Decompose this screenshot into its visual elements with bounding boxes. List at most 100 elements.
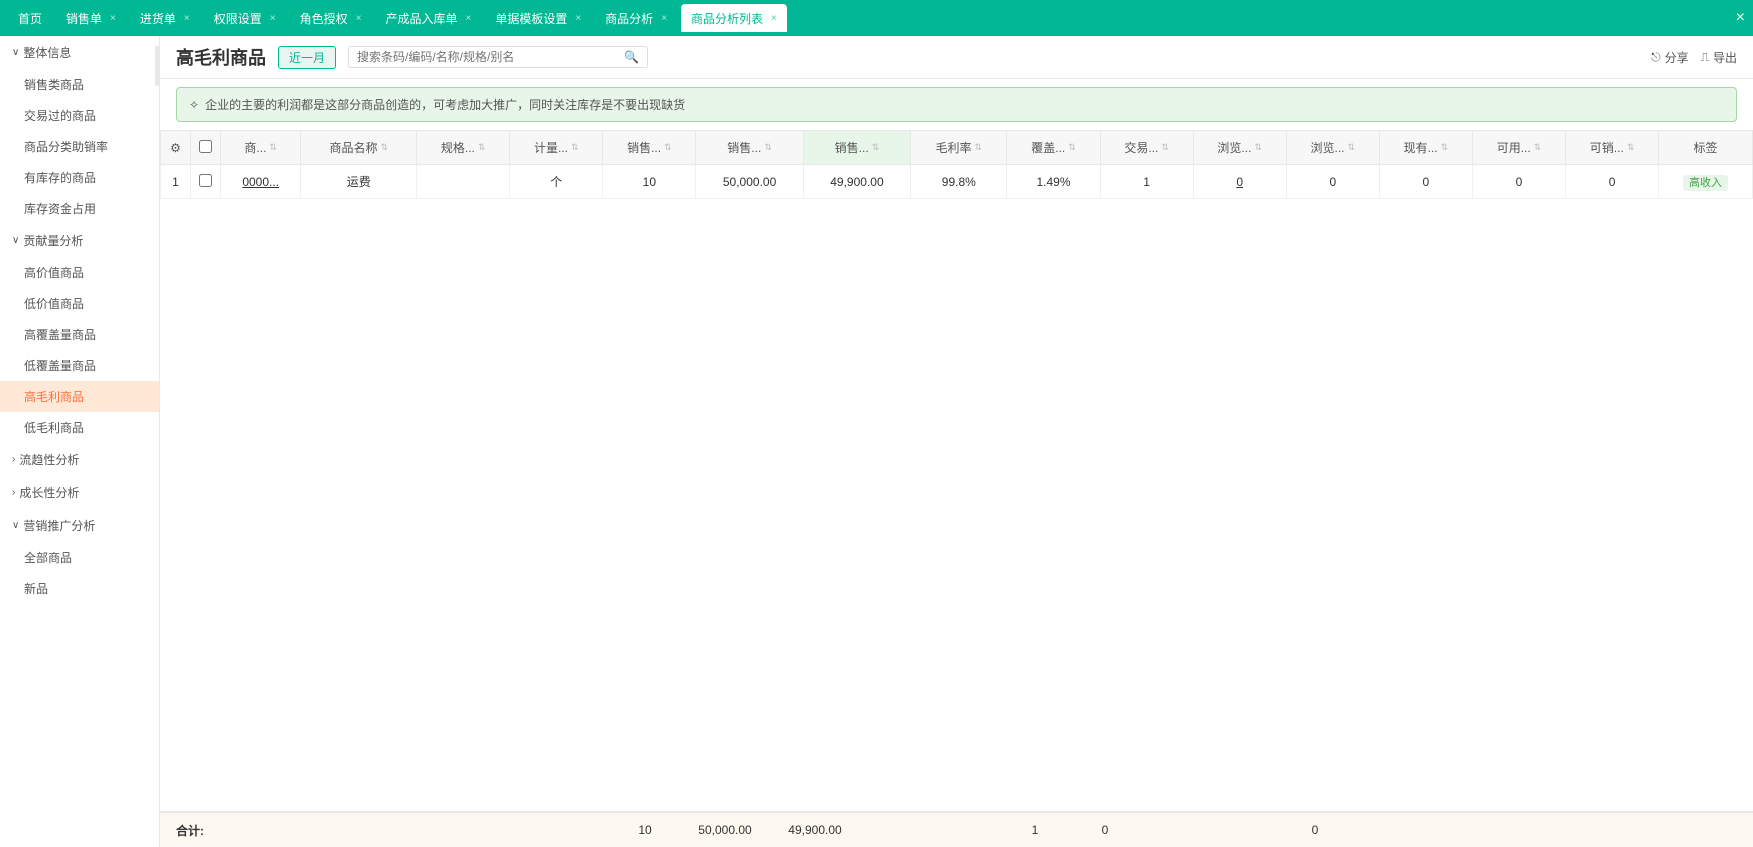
col-coverage[interactable]: 覆盖...⇅ bbox=[1007, 131, 1100, 165]
nav-template-settings[interactable]: 单据模板设置 × bbox=[485, 4, 591, 32]
close-icon[interactable]: × bbox=[110, 13, 116, 24]
col-settings[interactable]: ⚙ bbox=[161, 131, 191, 165]
cell-coverage: 1.49% bbox=[1007, 165, 1100, 199]
col-transactions[interactable]: 交易...⇅ bbox=[1100, 131, 1193, 165]
footer-sales-amt: 50,000.00 bbox=[680, 823, 770, 837]
cell-checkbox bbox=[191, 165, 221, 199]
content-header: 高毛利商品 近一月 🔍 ⎋ 分享 ⎍ 导出 bbox=[160, 36, 1753, 79]
sidebar-item-new-goods[interactable]: 新品 bbox=[0, 573, 159, 604]
search-icon[interactable]: 🔍 bbox=[624, 50, 639, 64]
sidebar-group-overall[interactable]: ∨ 整体信息 bbox=[0, 36, 159, 69]
sort-icon: ⇅ bbox=[1348, 142, 1356, 153]
footer-bar: 合计: 10 50,000.00 49,900.00 1 0 0 bbox=[160, 811, 1753, 847]
sidebar-item-category-assist-rate[interactable]: 商品分类助销率 bbox=[0, 131, 159, 162]
sidebar-item-inventory-capital[interactable]: 库存资金占用 bbox=[0, 193, 159, 224]
sort-icon: ⇅ bbox=[478, 142, 486, 153]
share-button[interactable]: ⎋ 分享 bbox=[1651, 49, 1689, 66]
sidebar-item-high-coverage-goods[interactable]: 高覆盖量商品 bbox=[0, 319, 159, 350]
chevron-right-icon: › bbox=[12, 487, 15, 498]
cell-unit: 个 bbox=[510, 165, 603, 199]
sort-icon: ⇅ bbox=[269, 142, 277, 153]
select-all-checkbox[interactable] bbox=[199, 140, 212, 153]
sort-icon: ⇅ bbox=[872, 142, 880, 153]
col-spec[interactable]: 规格...⇅ bbox=[417, 131, 510, 165]
chevron-down-icon: ∨ bbox=[12, 47, 19, 58]
search-input[interactable] bbox=[357, 50, 624, 64]
sidebar-group-marketing[interactable]: ∨ 营销推广分析 bbox=[0, 509, 159, 542]
export-button[interactable]: ⎍ 导出 bbox=[1701, 49, 1737, 66]
nav-home[interactable]: 首页 bbox=[8, 4, 52, 32]
col-avail-stock[interactable]: 可用...⇅ bbox=[1472, 131, 1565, 165]
sidebar: « ∨ 整体信息 销售类商品 交易过的商品 商品分类助销率 有库存的商品 库存资… bbox=[0, 36, 160, 847]
nav-product-analysis[interactable]: 商品分析 × bbox=[595, 4, 677, 32]
data-table: ⚙ 商...⇅ 商品名称⇅ 规格...⇅ 计量...⇅ bbox=[160, 130, 1753, 199]
sort-icon: ⇅ bbox=[1254, 142, 1262, 153]
col-checkbox bbox=[191, 131, 221, 165]
sidebar-item-sales-goods[interactable]: 销售类商品 bbox=[0, 69, 159, 100]
close-all-button[interactable]: × bbox=[1736, 9, 1745, 27]
close-icon[interactable]: × bbox=[575, 13, 581, 24]
col-tag: 标签 bbox=[1659, 131, 1753, 165]
info-banner: ✧ 企业的主要的利润都是这部分商品创造的，可考虑加大推广，同时关注库存是不要出现… bbox=[176, 87, 1737, 122]
sidebar-item-traded-goods[interactable]: 交易过的商品 bbox=[0, 100, 159, 131]
close-icon[interactable]: × bbox=[270, 13, 276, 24]
sidebar-group-contribution[interactable]: ∨ 贡献量分析 bbox=[0, 224, 159, 257]
sort-icon: ⇅ bbox=[1161, 142, 1169, 153]
table-row: 1 0000... 运费 个 10 50,000.00 49,900.00 99… bbox=[161, 165, 1753, 199]
close-icon[interactable]: × bbox=[661, 13, 667, 24]
col-name[interactable]: 商品名称⇅ bbox=[301, 131, 417, 165]
sidebar-group-growth[interactable]: › 成长性分析 bbox=[0, 476, 159, 509]
col-sales-qty[interactable]: 销售...⇅ bbox=[603, 131, 696, 165]
col-browse-a[interactable]: 浏览...⇅ bbox=[1193, 131, 1286, 165]
sidebar-collapse-button[interactable]: « bbox=[155, 46, 160, 86]
share-icon: ⎋ bbox=[1651, 50, 1661, 65]
sort-icon: ⇅ bbox=[571, 142, 579, 153]
col-code[interactable]: 商...⇅ bbox=[221, 131, 301, 165]
col-sellable-stock[interactable]: 可销...⇅ bbox=[1566, 131, 1659, 165]
close-icon[interactable]: × bbox=[184, 13, 190, 24]
sidebar-item-low-coverage-goods[interactable]: 低覆盖量商品 bbox=[0, 350, 159, 381]
chevron-down-icon: ∨ bbox=[12, 235, 19, 246]
col-sales-amt[interactable]: 销售...⇅ bbox=[696, 131, 803, 165]
sidebar-item-high-margin-goods[interactable]: 高毛利商品 bbox=[0, 381, 159, 412]
cell-index: 1 bbox=[161, 165, 191, 199]
cell-name: 运费 bbox=[301, 165, 417, 199]
footer-avail-stock: 0 bbox=[1280, 823, 1350, 837]
cell-browse-b: 0 bbox=[1286, 165, 1379, 199]
sort-icon: ⇅ bbox=[975, 142, 983, 153]
export-icon: ⎍ bbox=[1701, 50, 1709, 65]
sidebar-group-trend[interactable]: › 流趋性分析 bbox=[0, 443, 159, 476]
col-browse-b[interactable]: 浏览...⇅ bbox=[1286, 131, 1379, 165]
filter-button[interactable]: 近一月 bbox=[278, 46, 336, 69]
nav-role-permission[interactable]: 角色授权 × bbox=[290, 4, 372, 32]
nav-purchase-order[interactable]: 进货单 × bbox=[130, 4, 200, 32]
cell-code[interactable]: 0000... bbox=[221, 165, 301, 199]
info-banner-text: 企业的主要的利润都是这部分商品创造的，可考虑加大推广，同时关注库存是不要出现缺货 bbox=[205, 96, 685, 113]
top-nav: 首页 销售单 × 进货单 × 权限设置 × 角色授权 × 产成品入库单 × 单据… bbox=[0, 0, 1753, 36]
col-unit[interactable]: 计量...⇅ bbox=[510, 131, 603, 165]
sort-icon: ⇅ bbox=[1627, 142, 1635, 153]
row-checkbox[interactable] bbox=[199, 174, 212, 187]
nav-sales-order[interactable]: 销售单 × bbox=[56, 4, 126, 32]
sidebar-item-low-value-goods[interactable]: 低价值商品 bbox=[0, 288, 159, 319]
col-sales-amt2[interactable]: 销售...⇅ bbox=[803, 131, 910, 165]
cell-sales-amt2: 49,900.00 bbox=[803, 165, 910, 199]
sidebar-item-high-value-goods[interactable]: 高价值商品 bbox=[0, 257, 159, 288]
cell-browse-a[interactable]: 0 bbox=[1193, 165, 1286, 199]
nav-product-inbound[interactable]: 产成品入库单 × bbox=[375, 4, 481, 32]
sort-icon: ⇅ bbox=[1534, 142, 1542, 153]
sidebar-item-all-goods[interactable]: 全部商品 bbox=[0, 542, 159, 573]
sidebar-item-in-stock-goods[interactable]: 有库存的商品 bbox=[0, 162, 159, 193]
col-current-stock[interactable]: 现有...⇅ bbox=[1379, 131, 1472, 165]
sidebar-item-low-margin-goods[interactable]: 低毛利商品 bbox=[0, 412, 159, 443]
close-icon[interactable]: × bbox=[465, 13, 471, 24]
col-gross-rate[interactable]: 毛利率⇅ bbox=[911, 131, 1007, 165]
footer-sales-qty: 10 bbox=[610, 823, 680, 837]
nav-permission-settings[interactable]: 权限设置 × bbox=[204, 4, 286, 32]
close-icon[interactable]: × bbox=[771, 13, 777, 24]
footer-cells: 10 50,000.00 49,900.00 1 0 0 bbox=[220, 823, 1753, 837]
footer-browse-a: 0 bbox=[1070, 823, 1140, 837]
nav-product-analysis-list[interactable]: 商品分析列表 × bbox=[681, 4, 787, 32]
main-layout: « ∨ 整体信息 销售类商品 交易过的商品 商品分类助销率 有库存的商品 库存资… bbox=[0, 36, 1753, 847]
close-icon[interactable]: × bbox=[356, 13, 362, 24]
